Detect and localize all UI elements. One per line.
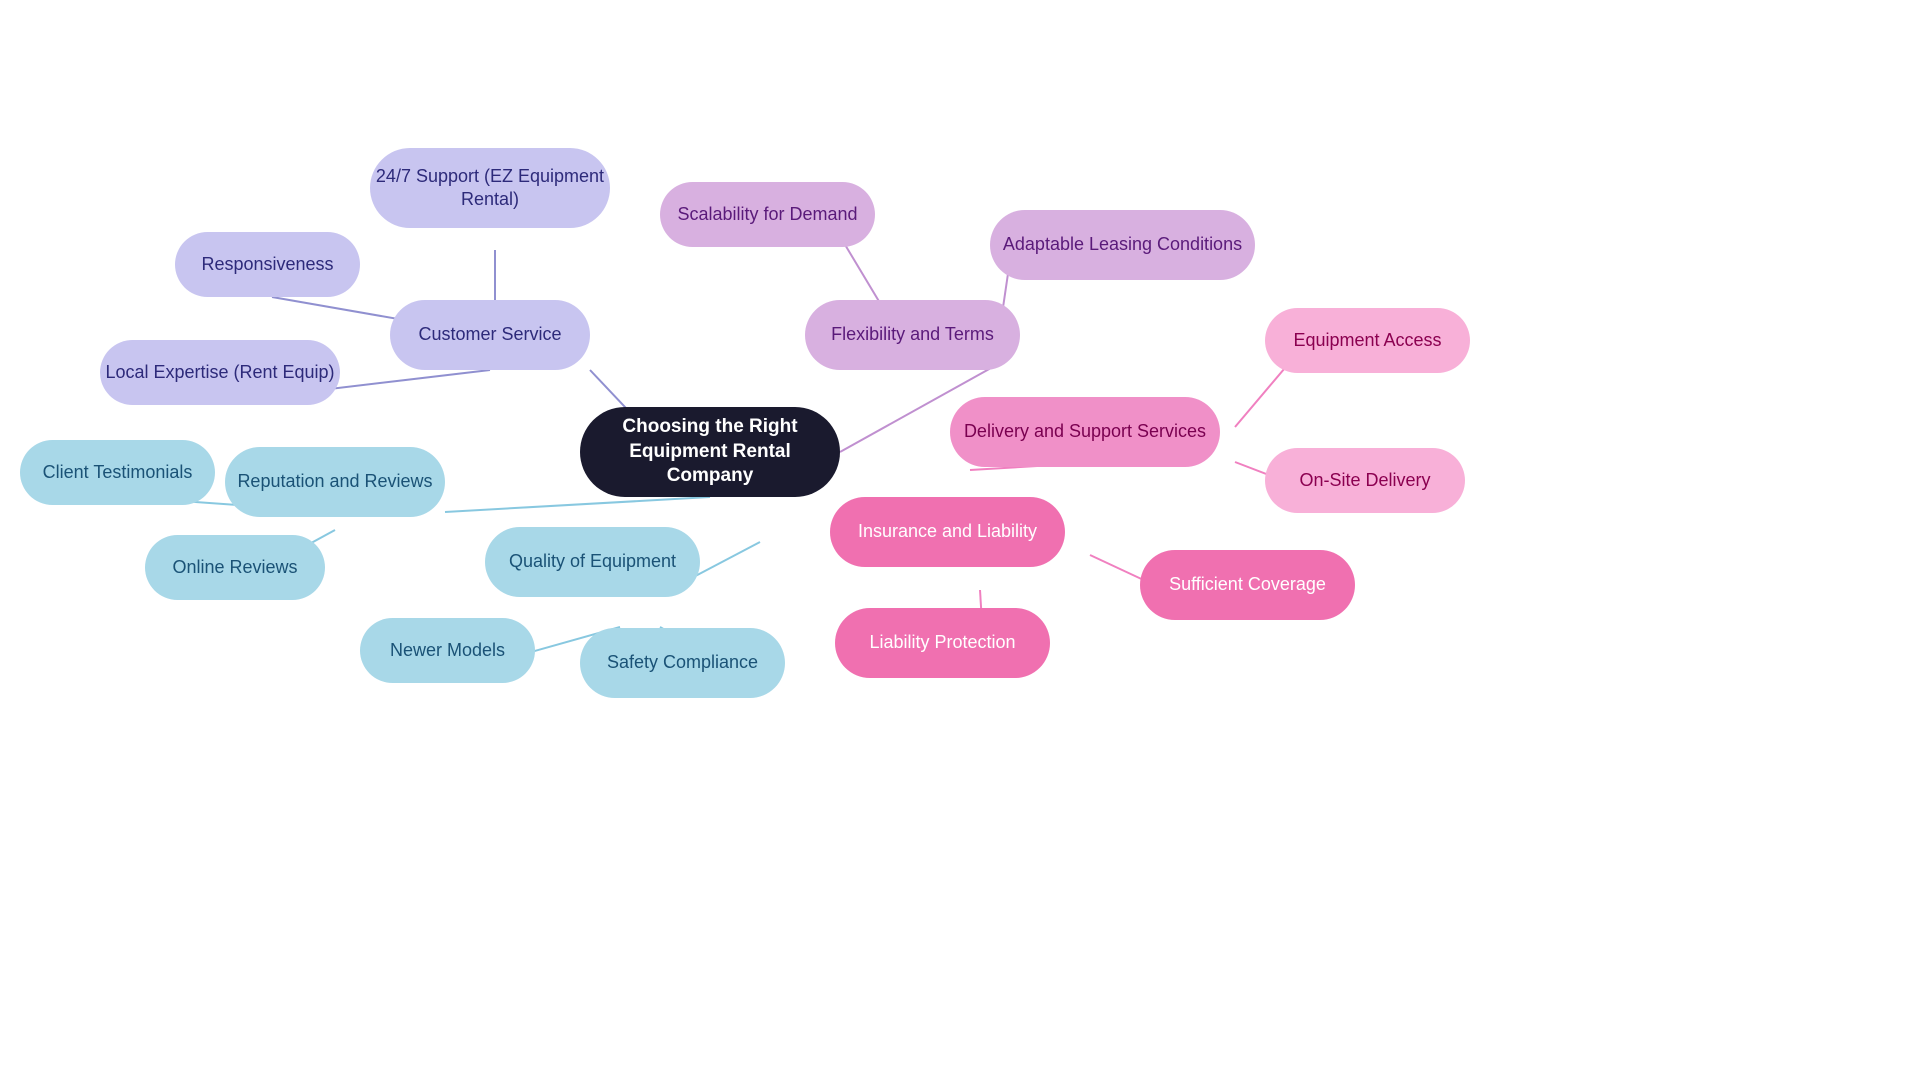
client-testimonials-node: Client Testimonials — [20, 440, 215, 505]
adaptable-leasing-node: Adaptable Leasing Conditions — [990, 210, 1255, 280]
center-label: Choosing the Right Equipment Rental Comp… — [580, 411, 840, 493]
online-reviews-label: Online Reviews — [168, 552, 301, 583]
insurance-liability-node: Insurance and Liability — [830, 497, 1065, 567]
customer-service-node: Customer Service — [390, 300, 590, 370]
equipment-access-label: Equipment Access — [1289, 325, 1445, 356]
center-node: Choosing the Right Equipment Rental Comp… — [580, 407, 840, 497]
scalability-demand-label: Scalability for Demand — [673, 199, 861, 230]
newer-models-label: Newer Models — [386, 635, 509, 666]
equipment-access-node: Equipment Access — [1265, 308, 1470, 373]
insurance-liability-label: Insurance and Liability — [854, 516, 1041, 547]
reputation-reviews-node: Reputation and Reviews — [225, 447, 445, 517]
client-testimonials-label: Client Testimonials — [39, 457, 197, 488]
liability-protection-node: Liability Protection — [835, 608, 1050, 678]
safety-compliance-label: Safety Compliance — [603, 647, 762, 678]
customer-service-label: Customer Service — [414, 319, 565, 350]
responsiveness-node: Responsiveness — [175, 232, 360, 297]
flexibility-terms-node: Flexibility and Terms — [805, 300, 1020, 370]
safety-compliance-node: Safety Compliance — [580, 628, 785, 698]
local-expertise-label: Local Expertise (Rent Equip) — [101, 357, 338, 388]
sufficient-coverage-node: Sufficient Coverage — [1140, 550, 1355, 620]
reputation-reviews-label: Reputation and Reviews — [233, 466, 436, 497]
flexibility-terms-label: Flexibility and Terms — [827, 319, 998, 350]
delivery-support-label: Delivery and Support Services — [960, 416, 1210, 447]
online-reviews-node: Online Reviews — [145, 535, 325, 600]
scalability-demand-node: Scalability for Demand — [660, 182, 875, 247]
delivery-support-node: Delivery and Support Services — [950, 397, 1220, 467]
quality-equipment-label: Quality of Equipment — [505, 546, 680, 577]
local-expertise-node: Local Expertise (Rent Equip) — [100, 340, 340, 405]
support247-label: 24/7 Support (EZ Equipment Rental) — [370, 161, 610, 216]
newer-models-node: Newer Models — [360, 618, 535, 683]
onsite-delivery-node: On-Site Delivery — [1265, 448, 1465, 513]
responsiveness-label: Responsiveness — [197, 249, 337, 280]
adaptable-leasing-label: Adaptable Leasing Conditions — [999, 229, 1246, 260]
liability-protection-label: Liability Protection — [865, 627, 1019, 658]
sufficient-coverage-label: Sufficient Coverage — [1165, 569, 1330, 600]
quality-equipment-node: Quality of Equipment — [485, 527, 700, 597]
support247-node: 24/7 Support (EZ Equipment Rental) — [370, 148, 610, 228]
onsite-delivery-label: On-Site Delivery — [1295, 465, 1434, 496]
